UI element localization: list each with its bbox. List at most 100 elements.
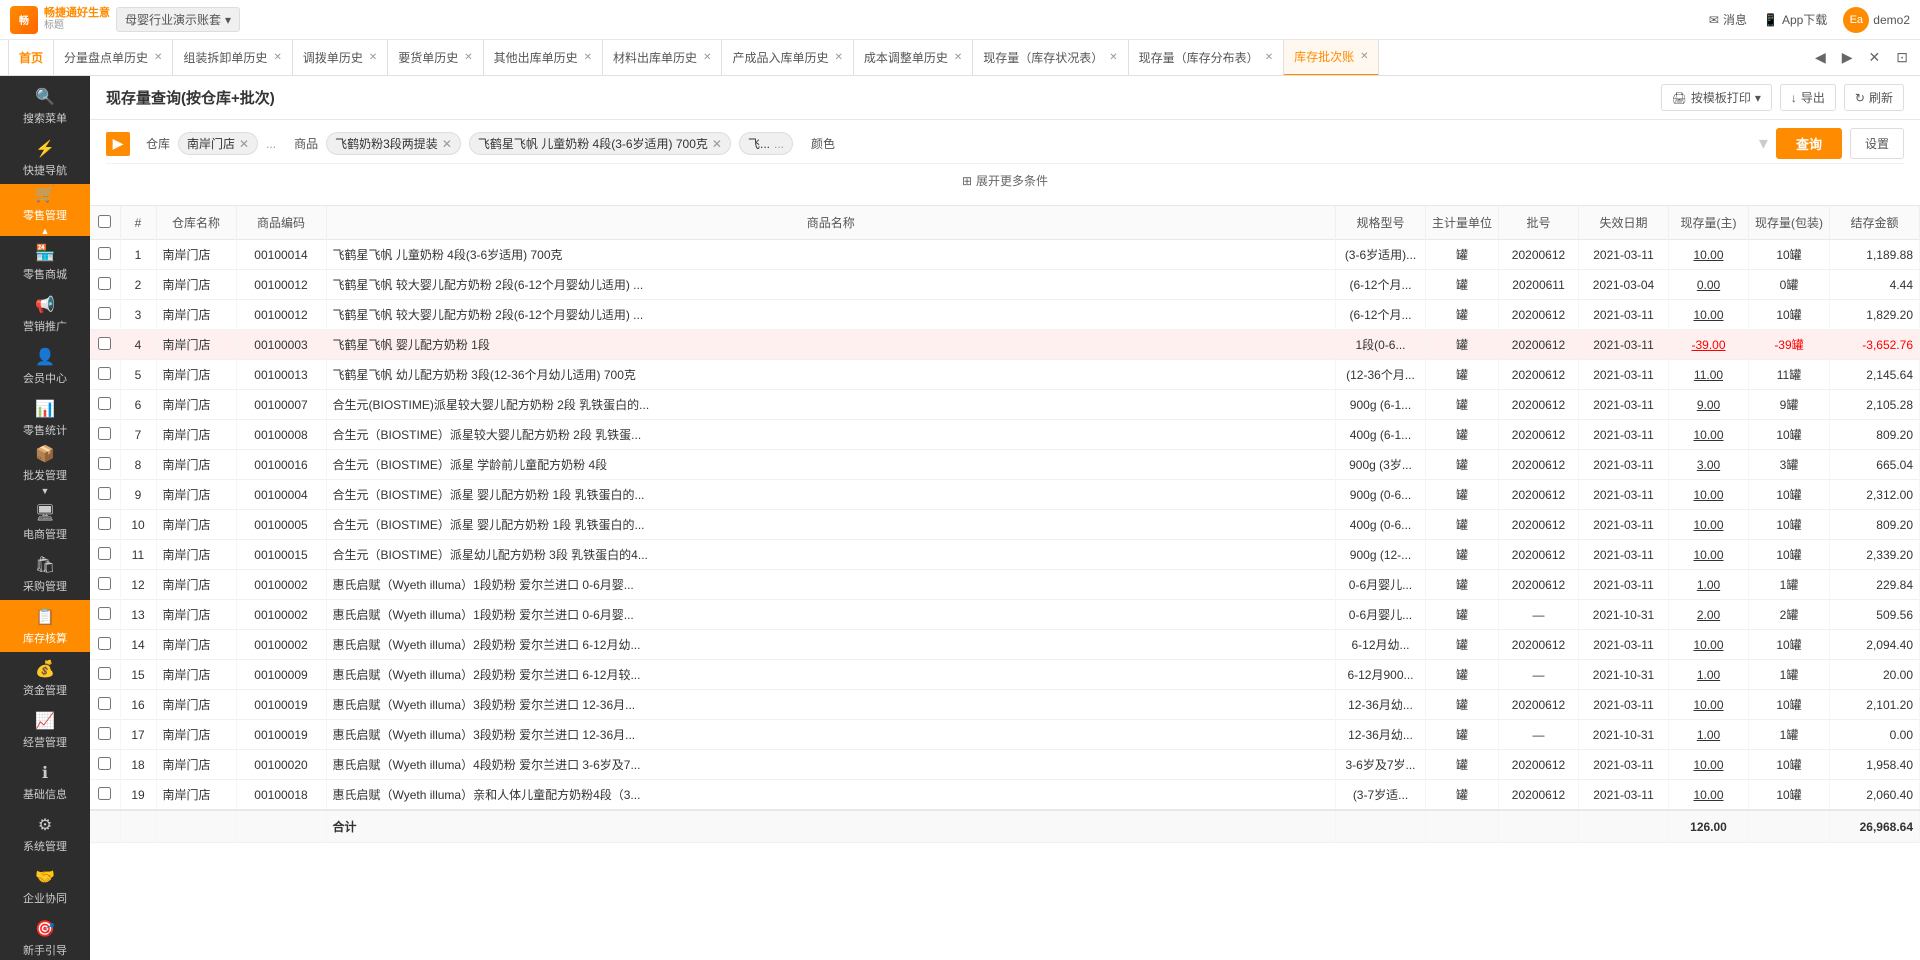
row-checkbox[interactable] xyxy=(98,427,111,440)
row-qty[interactable]: 10.00 xyxy=(1669,480,1749,510)
settings-button[interactable]: 设置 xyxy=(1850,128,1904,159)
row-checkbox[interactable] xyxy=(98,727,111,740)
row-qty[interactable]: 10.00 xyxy=(1669,240,1749,270)
tab-close-btn[interactable]: ✕ xyxy=(1863,49,1887,66)
row-checkbox[interactable] xyxy=(98,547,111,560)
export-button[interactable]: ↓ 导出 xyxy=(1780,84,1836,111)
row-checkbox-cell[interactable] xyxy=(90,660,120,690)
row-checkbox-cell[interactable] xyxy=(90,450,120,480)
row-qty[interactable]: -39.00 xyxy=(1669,330,1749,360)
row-checkbox-cell[interactable] xyxy=(90,300,120,330)
row-checkbox-cell[interactable] xyxy=(90,690,120,720)
product-tag-1[interactable]: 飞鹤奶粉3段两提装 ✕ xyxy=(326,132,461,155)
close-icon[interactable]: ✕ xyxy=(1109,52,1117,63)
sidebar-item-marketing[interactable]: 📢 营销推广 xyxy=(0,288,90,340)
row-qty[interactable]: 10.00 xyxy=(1669,690,1749,720)
sidebar-item-wholesale[interactable]: 📦 批发管理 ▼ xyxy=(0,444,90,496)
close-icon[interactable]: ✕ xyxy=(584,52,592,63)
row-checkbox[interactable] xyxy=(98,787,111,800)
tab-5[interactable]: 其他出库单历史 ✕ xyxy=(484,40,603,76)
user-menu[interactable]: Ea demo2 xyxy=(1843,7,1910,33)
row-checkbox-cell[interactable] xyxy=(90,540,120,570)
row-qty[interactable]: 10.00 xyxy=(1669,420,1749,450)
row-checkbox-cell[interactable] xyxy=(90,780,120,811)
row-qty[interactable]: 1.00 xyxy=(1669,720,1749,750)
select-all-checkbox[interactable] xyxy=(98,215,111,228)
close-icon[interactable]: ✕ xyxy=(1265,52,1273,63)
tab-2[interactable]: 组装拆卸单历史 ✕ xyxy=(173,40,292,76)
row-qty[interactable]: 2.00 xyxy=(1669,600,1749,630)
row-checkbox-cell[interactable] xyxy=(90,570,120,600)
row-checkbox-cell[interactable] xyxy=(90,510,120,540)
row-checkbox[interactable] xyxy=(98,457,111,470)
tab-11[interactable]: 库存批次账 ✕ xyxy=(1284,40,1379,76)
row-checkbox-cell[interactable] xyxy=(90,600,120,630)
row-checkbox[interactable] xyxy=(98,277,111,290)
row-qty[interactable]: 10.00 xyxy=(1669,630,1749,660)
sidebar-search[interactable]: 🔍 搜索菜单 xyxy=(0,80,90,132)
sidebar-item-system[interactable]: ⚙ 系统管理 xyxy=(0,808,90,860)
app-download-btn[interactable]: 📱 App下载 xyxy=(1763,11,1827,28)
row-checkbox[interactable] xyxy=(98,367,111,380)
row-checkbox[interactable] xyxy=(98,697,111,710)
sidebar-item-purchase[interactable]: 🛍 采购管理 xyxy=(0,548,90,600)
refresh-button[interactable]: ↻ 刷新 xyxy=(1844,84,1904,111)
sidebar-item-guide[interactable]: 🎯 新手引导 xyxy=(0,912,90,960)
tab-1[interactable]: 分量盘点单历史 ✕ xyxy=(54,40,173,76)
sidebar-item-basics[interactable]: ℹ 基础信息 xyxy=(0,756,90,808)
tab-9[interactable]: 现存量（库存状况表） ✕ xyxy=(973,40,1128,76)
close-icon[interactable]: ✕ xyxy=(464,52,472,63)
message-btn[interactable]: ✉ 消息 xyxy=(1709,11,1747,28)
sidebar-item-ecommerce[interactable]: 🖥 电商管理 xyxy=(0,496,90,548)
row-qty[interactable]: 10.00 xyxy=(1669,300,1749,330)
close-icon[interactable]: ✕ xyxy=(1360,51,1368,62)
close-icon[interactable]: ✕ xyxy=(273,52,281,63)
row-qty[interactable]: 0.00 xyxy=(1669,270,1749,300)
row-qty[interactable]: 11.00 xyxy=(1669,360,1749,390)
row-checkbox[interactable] xyxy=(98,757,111,770)
row-checkbox[interactable] xyxy=(98,577,111,590)
tab-8[interactable]: 成本调整单历史 ✕ xyxy=(854,40,973,76)
row-qty[interactable]: 10.00 xyxy=(1669,540,1749,570)
filter-dropdown-icon[interactable]: ▾ xyxy=(1759,133,1768,154)
sidebar-item-retail[interactable]: 🛒 零售管理 ▲ xyxy=(0,184,90,236)
row-qty[interactable]: 10.00 xyxy=(1669,510,1749,540)
row-checkbox[interactable] xyxy=(98,607,111,620)
close-icon[interactable]: ✕ xyxy=(154,52,162,63)
row-checkbox-cell[interactable] xyxy=(90,270,120,300)
close-icon[interactable]: ✕ xyxy=(834,52,842,63)
tab-maximize-btn[interactable]: ⊡ xyxy=(1890,49,1914,66)
close-icon[interactable]: ✕ xyxy=(954,52,962,63)
row-checkbox-cell[interactable] xyxy=(90,420,120,450)
tab-7[interactable]: 产成品入库单历史 ✕ xyxy=(722,40,853,76)
sidebar-item-collab[interactable]: 🤝 企业协同 xyxy=(0,860,90,912)
row-qty[interactable]: 3.00 xyxy=(1669,450,1749,480)
row-checkbox[interactable] xyxy=(98,667,111,680)
row-checkbox-cell[interactable] xyxy=(90,360,120,390)
tab-4[interactable]: 要货单历史 ✕ xyxy=(388,40,483,76)
row-checkbox-cell[interactable] xyxy=(90,390,120,420)
close-icon[interactable]: ✕ xyxy=(703,52,711,63)
tab-home[interactable]: 首页 xyxy=(8,40,54,76)
tag-close-icon[interactable]: ✕ xyxy=(239,137,249,151)
row-qty[interactable]: 1.00 xyxy=(1669,660,1749,690)
row-checkbox-cell[interactable] xyxy=(90,630,120,660)
account-selector[interactable]: 母婴行业演示账套 ▾ xyxy=(116,7,240,32)
row-qty[interactable]: 1.00 xyxy=(1669,570,1749,600)
th-checkbox[interactable] xyxy=(90,206,120,240)
close-icon[interactable]: ✕ xyxy=(369,52,377,63)
row-qty[interactable]: 10.00 xyxy=(1669,750,1749,780)
sidebar-item-member[interactable]: 👤 会员中心 xyxy=(0,340,90,392)
row-checkbox-cell[interactable] xyxy=(90,240,120,270)
print-button[interactable]: 🖨 按模板打印 ▾ xyxy=(1661,84,1772,111)
tag-close-icon[interactable]: ✕ xyxy=(712,137,722,151)
warehouse-tag-1[interactable]: 南岸门店 ✕ xyxy=(178,132,258,155)
sidebar-item-finance[interactable]: 💰 资金管理 xyxy=(0,652,90,704)
row-checkbox[interactable] xyxy=(98,397,111,410)
tag-close-icon[interactable]: ✕ xyxy=(442,137,452,151)
product-tag-3[interactable]: 飞... ... xyxy=(739,132,793,155)
row-checkbox[interactable] xyxy=(98,337,111,350)
row-checkbox[interactable] xyxy=(98,517,111,530)
row-qty[interactable]: 10.00 xyxy=(1669,780,1749,811)
tab-prev-btn[interactable]: ◀ xyxy=(1809,49,1832,66)
